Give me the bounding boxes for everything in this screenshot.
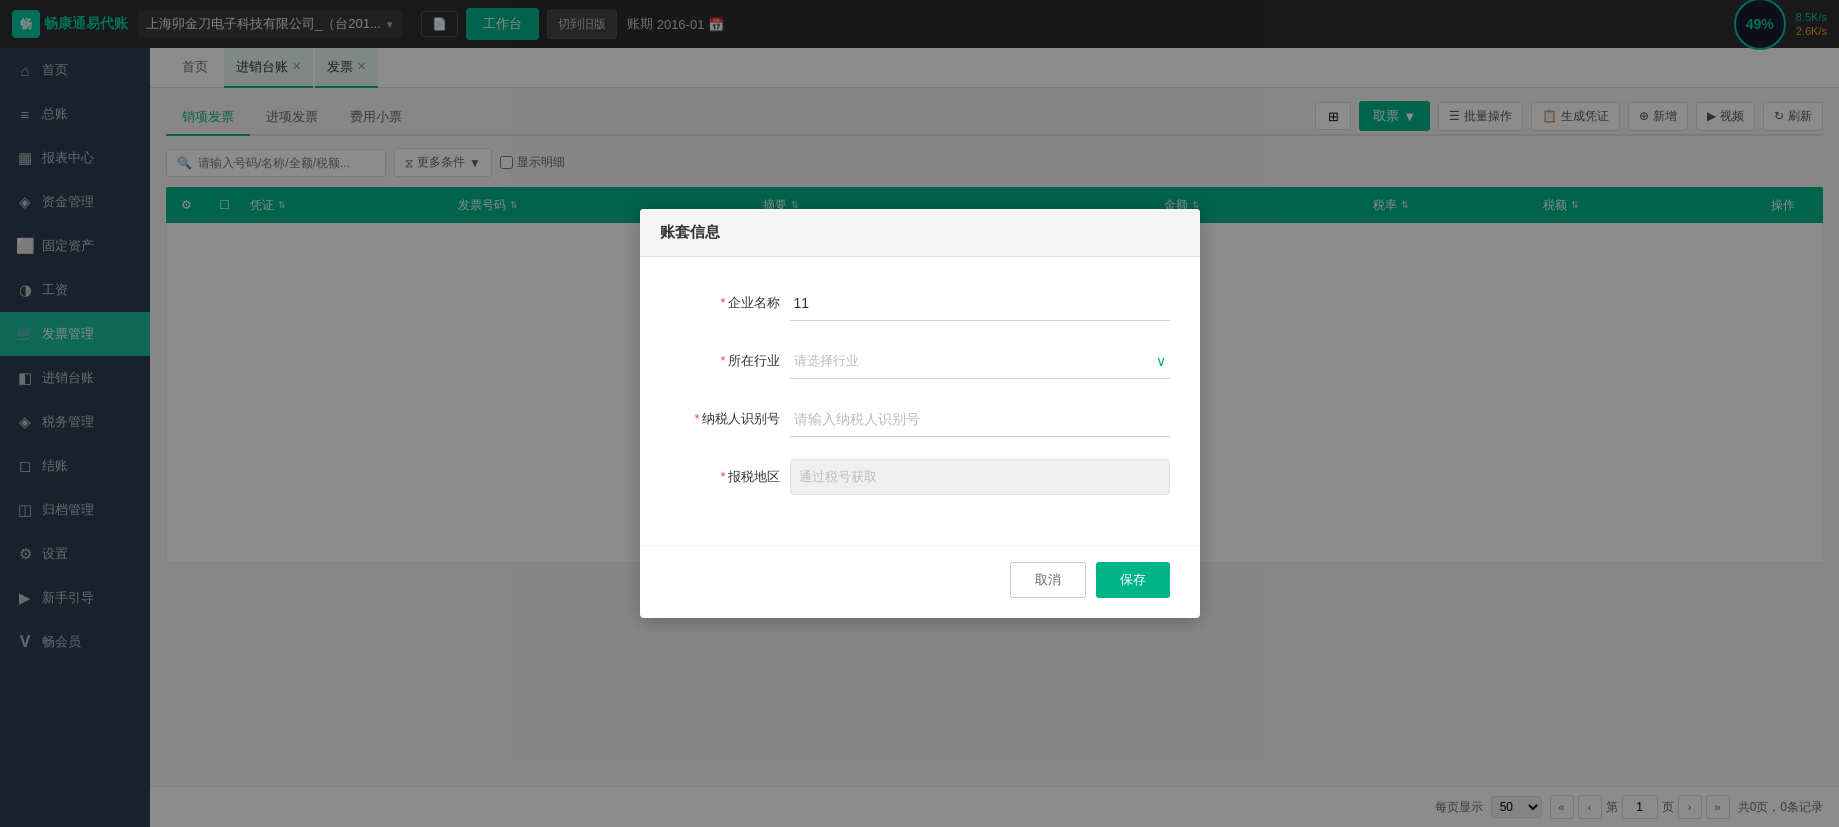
tax-id-input[interactable] bbox=[790, 401, 1170, 437]
industry-placeholder: 请选择行业 bbox=[794, 352, 859, 370]
save-button[interactable]: 保存 bbox=[1096, 562, 1170, 598]
form-row-tax-region: *报税地区 通过税号获取 bbox=[670, 459, 1170, 495]
modal-overlay[interactable]: 账套信息 *企业名称 *所在行业 请选择行业 ∨ bbox=[0, 0, 1839, 827]
company-name-label: *企业名称 bbox=[670, 294, 780, 312]
form-row-tax-id: *纳税人识别号 bbox=[670, 401, 1170, 437]
tax-region-display: 通过税号获取 bbox=[790, 459, 1170, 495]
industry-chevron-icon: ∨ bbox=[1156, 353, 1166, 369]
modal-footer: 取消 保存 bbox=[640, 545, 1200, 618]
account-info-modal: 账套信息 *企业名称 *所在行业 请选择行业 ∨ bbox=[640, 209, 1200, 618]
industry-label: *所在行业 bbox=[670, 352, 780, 370]
industry-select[interactable]: 请选择行业 ∨ bbox=[790, 343, 1170, 379]
modal-body: *企业名称 *所在行业 请选择行业 ∨ *纳税人识别号 bbox=[640, 257, 1200, 545]
company-name-input[interactable] bbox=[790, 285, 1170, 321]
form-row-industry: *所在行业 请选择行业 ∨ bbox=[670, 343, 1170, 379]
cancel-button[interactable]: 取消 bbox=[1010, 562, 1086, 598]
tax-region-label: *报税地区 bbox=[670, 468, 780, 486]
form-row-company: *企业名称 bbox=[670, 285, 1170, 321]
tax-id-label: *纳税人识别号 bbox=[670, 410, 780, 428]
modal-title: 账套信息 bbox=[660, 223, 720, 240]
modal-header: 账套信息 bbox=[640, 209, 1200, 257]
